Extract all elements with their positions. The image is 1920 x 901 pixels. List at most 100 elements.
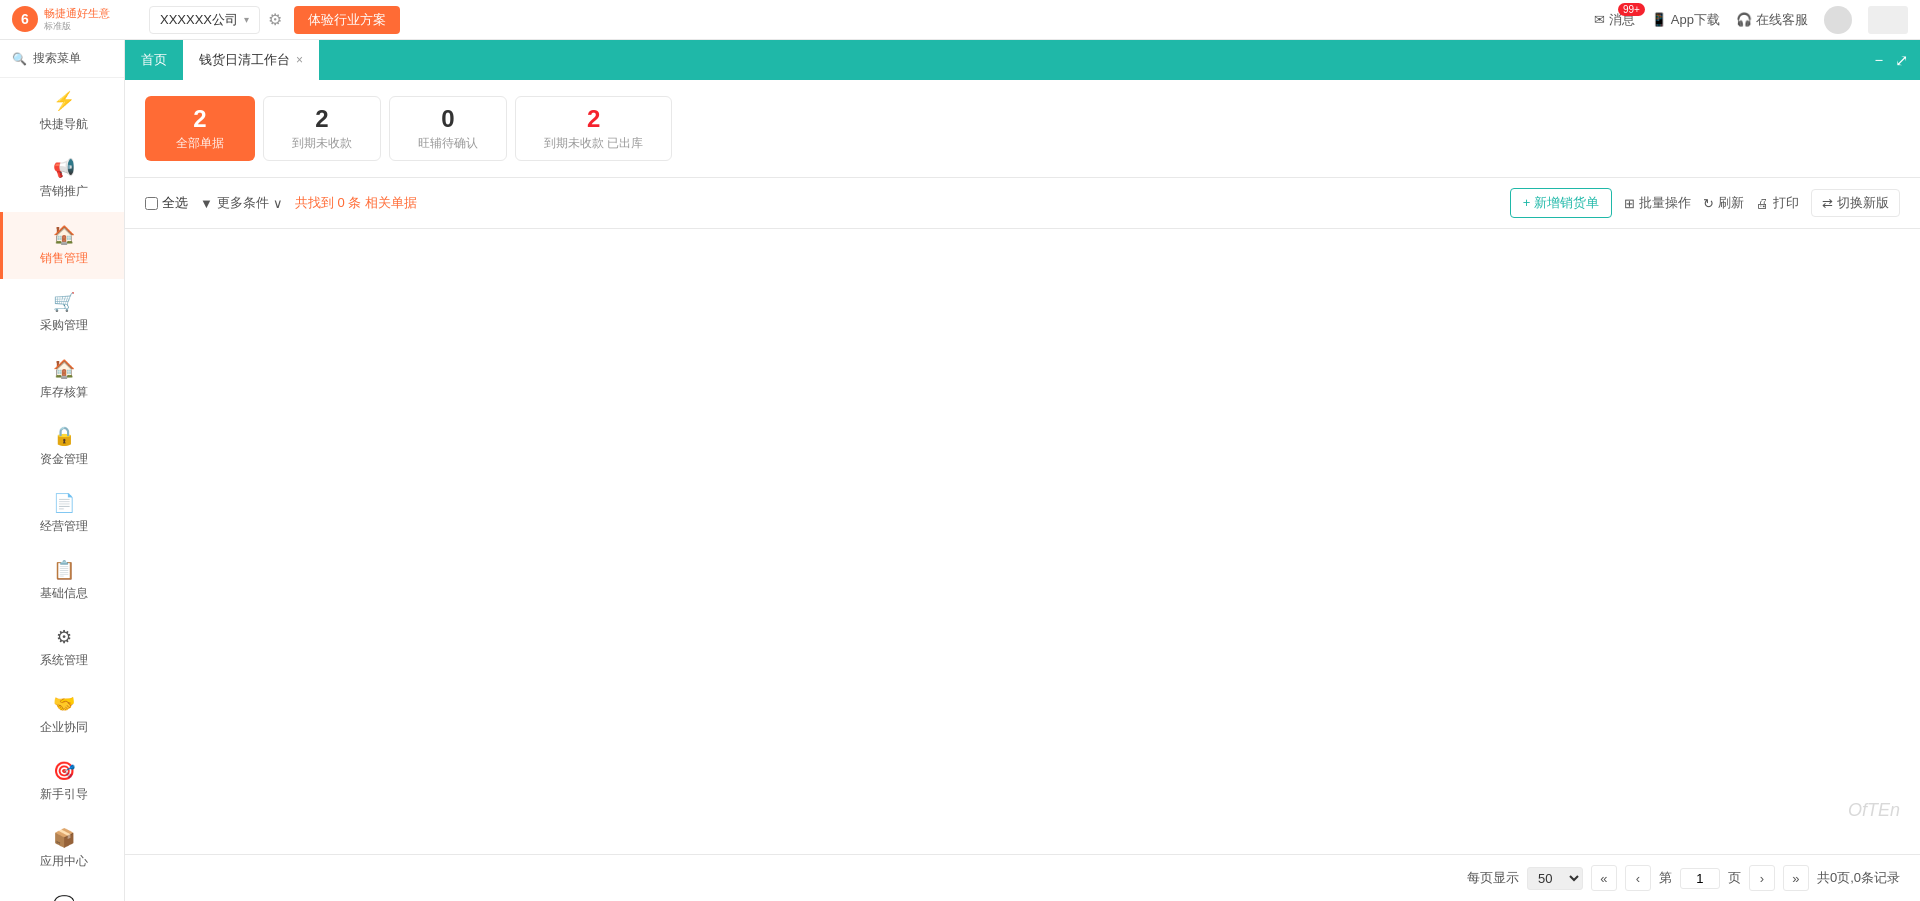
stat-overdue-label: 到期未收款	[292, 135, 352, 152]
message-badge: 99+	[1618, 3, 1645, 16]
first-page-button[interactable]: «	[1591, 865, 1617, 891]
next-page-button[interactable]: ›	[1749, 865, 1775, 891]
batch-icon: ⊞	[1624, 196, 1635, 211]
guide-icon: 🎯	[53, 760, 75, 782]
chevron-filter-icon: ∨	[273, 196, 283, 211]
sidebar-item-finance[interactable]: 🔒 资金管理	[0, 413, 124, 480]
message-icon: ✉	[1594, 12, 1605, 27]
marketing-icon: 📢	[53, 157, 75, 179]
page-input[interactable]	[1680, 868, 1720, 889]
found-count: 0	[338, 195, 345, 210]
stat-card-out-stock[interactable]: 2 到期未收款 已出库	[515, 96, 672, 161]
tab-home[interactable]: 首页	[125, 40, 183, 80]
sidebar-item-marketing[interactable]: 📢 营销推广	[0, 145, 124, 212]
filter-button[interactable]: ▼ 更多条件 ∨	[200, 194, 283, 212]
stat-pending-label: 旺辅待确认	[418, 135, 478, 152]
company-name: XXXXXX公司	[160, 11, 238, 29]
print-button[interactable]: 🖨 打印	[1756, 194, 1799, 212]
add-sales-order-button[interactable]: + 新增销货单	[1510, 188, 1612, 218]
app-center-icon: 📦	[53, 827, 75, 849]
switch-icon: ⇄	[1822, 196, 1833, 211]
tab-maximize-button[interactable]: ⤢	[1895, 51, 1908, 70]
search-menu-button[interactable]: 🔍 搜索菜单	[0, 40, 124, 78]
wechat-icon: 💬	[53, 894, 75, 901]
last-page-button[interactable]: »	[1783, 865, 1809, 891]
chevron-down-icon: ▾	[244, 14, 249, 25]
user-name[interactable]	[1868, 6, 1908, 34]
sidebar-item-guide[interactable]: 🎯 新手引导	[0, 748, 124, 815]
sidebar: 🔍 搜索菜单 ⚡ 快捷导航 📢 营销推广 🏠 销售管理 🛒 采购管理 🏠 库存核…	[0, 40, 125, 901]
basic-info-icon: 📋	[53, 559, 75, 581]
pagination-bar: 每页显示 50 20 100 « ‹ 第 页 › » 共0页,0条记录	[125, 854, 1920, 901]
stat-card-all[interactable]: 2 全部单据	[145, 96, 255, 161]
sidebar-item-operations[interactable]: 📄 经营管理	[0, 480, 124, 547]
switch-version-button[interactable]: ⇄ 切换新版	[1811, 189, 1900, 217]
toolbar: 全选 ▼ 更多条件 ∨ 共找到 0 条 相关单据 + 新增销货单 ⊞	[125, 178, 1920, 229]
header-right: ✉ 消息 99+ 📱 App下载 🎧 在线客服	[1594, 6, 1908, 34]
search-icon: 🔍	[12, 52, 27, 66]
settings-icon[interactable]: ⚙	[268, 10, 282, 29]
main-content: 首页 钱货日清工作台 × － ⤢ 2 全部单据 2 到期未收款	[125, 40, 1920, 901]
sidebar-item-system[interactable]: ⚙ 系统管理	[0, 614, 124, 681]
filter-icon: ▼	[200, 196, 213, 211]
per-page-label: 每页显示	[1467, 869, 1519, 887]
download-icon: 📱	[1651, 12, 1667, 27]
quick-nav-icon: ⚡	[53, 90, 75, 112]
stat-overdue-number: 2	[315, 105, 328, 133]
sidebar-item-purchase[interactable]: 🛒 采购管理	[0, 279, 124, 346]
select-all-input[interactable]	[145, 197, 158, 210]
online-service-button[interactable]: 🎧 在线客服	[1736, 11, 1808, 29]
tab-bar-actions: － ⤢	[1871, 50, 1920, 71]
batch-operation-button[interactable]: ⊞ 批量操作	[1624, 194, 1691, 212]
sidebar-item-sales[interactable]: 🏠 销售管理	[0, 212, 124, 279]
avatar[interactable]	[1824, 6, 1852, 34]
stat-all-number: 2	[193, 105, 206, 133]
stat-pending-number: 0	[441, 105, 454, 133]
service-icon: 🎧	[1736, 12, 1752, 27]
cooperation-icon: 🤝	[53, 693, 75, 715]
per-page-select[interactable]: 50 20 100	[1527, 867, 1583, 890]
tab-minimize-button[interactable]: －	[1871, 50, 1887, 71]
logo-icon: 6	[12, 6, 38, 32]
toolbar-right: + 新增销货单 ⊞ 批量操作 ↻ 刷新 🖨 打印 ⇄	[1510, 188, 1900, 218]
stat-out-stock-number: 2	[587, 105, 600, 133]
sidebar-item-app-center[interactable]: 📦 应用中心	[0, 815, 124, 882]
layout: 🔍 搜索菜单 ⚡ 快捷导航 📢 营销推广 🏠 销售管理 🛒 采购管理 🏠 库存核…	[0, 40, 1920, 901]
page-content: 2 全部单据 2 到期未收款 0 旺辅待确认 2 到期未收款 已出库	[125, 80, 1920, 901]
print-icon: 🖨	[1756, 196, 1769, 211]
tab-bar: 首页 钱货日清工作台 × － ⤢	[125, 40, 1920, 80]
logo-sub: 标准版	[44, 20, 110, 33]
tab-close-icon[interactable]: ×	[296, 53, 303, 67]
system-icon: ⚙	[56, 626, 72, 648]
sidebar-item-inventory[interactable]: 🏠 库存核算	[0, 346, 124, 413]
sidebar-item-quick-nav[interactable]: ⚡ 快捷导航	[0, 78, 124, 145]
stat-card-pending[interactable]: 0 旺辅待确认	[389, 96, 507, 161]
finance-icon: 🔒	[53, 425, 75, 447]
trial-button[interactable]: 体验行业方案	[294, 6, 400, 34]
select-all-checkbox[interactable]: 全选	[145, 194, 188, 212]
total-label: 共0页,0条记录	[1817, 869, 1900, 887]
prev-page-button[interactable]: ‹	[1625, 865, 1651, 891]
operations-icon: 📄	[53, 492, 75, 514]
table-area	[125, 229, 1920, 854]
page-label: 第	[1659, 869, 1672, 887]
app-download-button[interactable]: 📱 App下载	[1651, 11, 1720, 29]
inventory-icon: 🏠	[53, 358, 75, 380]
refresh-icon: ↻	[1703, 196, 1714, 211]
company-selector[interactable]: XXXXXX公司 ▾	[149, 6, 260, 34]
top-header: 6 畅捷通好生意 标准版 XXXXXX公司 ▾ ⚙ 体验行业方案 ✉ 消息 99…	[0, 0, 1920, 40]
refresh-button[interactable]: ↻ 刷新	[1703, 194, 1744, 212]
stats-row: 2 全部单据 2 到期未收款 0 旺辅待确认 2 到期未收款 已出库	[125, 80, 1920, 178]
logo-area: 6 畅捷通好生意 标准版	[12, 6, 137, 33]
sidebar-item-cooperation[interactable]: 🤝 企业协同	[0, 681, 124, 748]
logo-text: 畅捷通好生意	[44, 6, 110, 20]
message-button[interactable]: ✉ 消息 99+	[1594, 11, 1635, 29]
sidebar-item-wechat[interactable]: 💬 企业微信	[0, 882, 124, 901]
stat-all-label: 全部单据	[176, 135, 224, 152]
stat-out-stock-label: 到期未收款 已出库	[544, 135, 643, 152]
stat-card-overdue[interactable]: 2 到期未收款	[263, 96, 381, 161]
tab-workbench[interactable]: 钱货日清工作台 ×	[183, 40, 319, 80]
sidebar-item-basic-info[interactable]: 📋 基础信息	[0, 547, 124, 614]
found-text: 共找到 0 条 相关单据	[295, 194, 417, 212]
page-unit: 页	[1728, 869, 1741, 887]
